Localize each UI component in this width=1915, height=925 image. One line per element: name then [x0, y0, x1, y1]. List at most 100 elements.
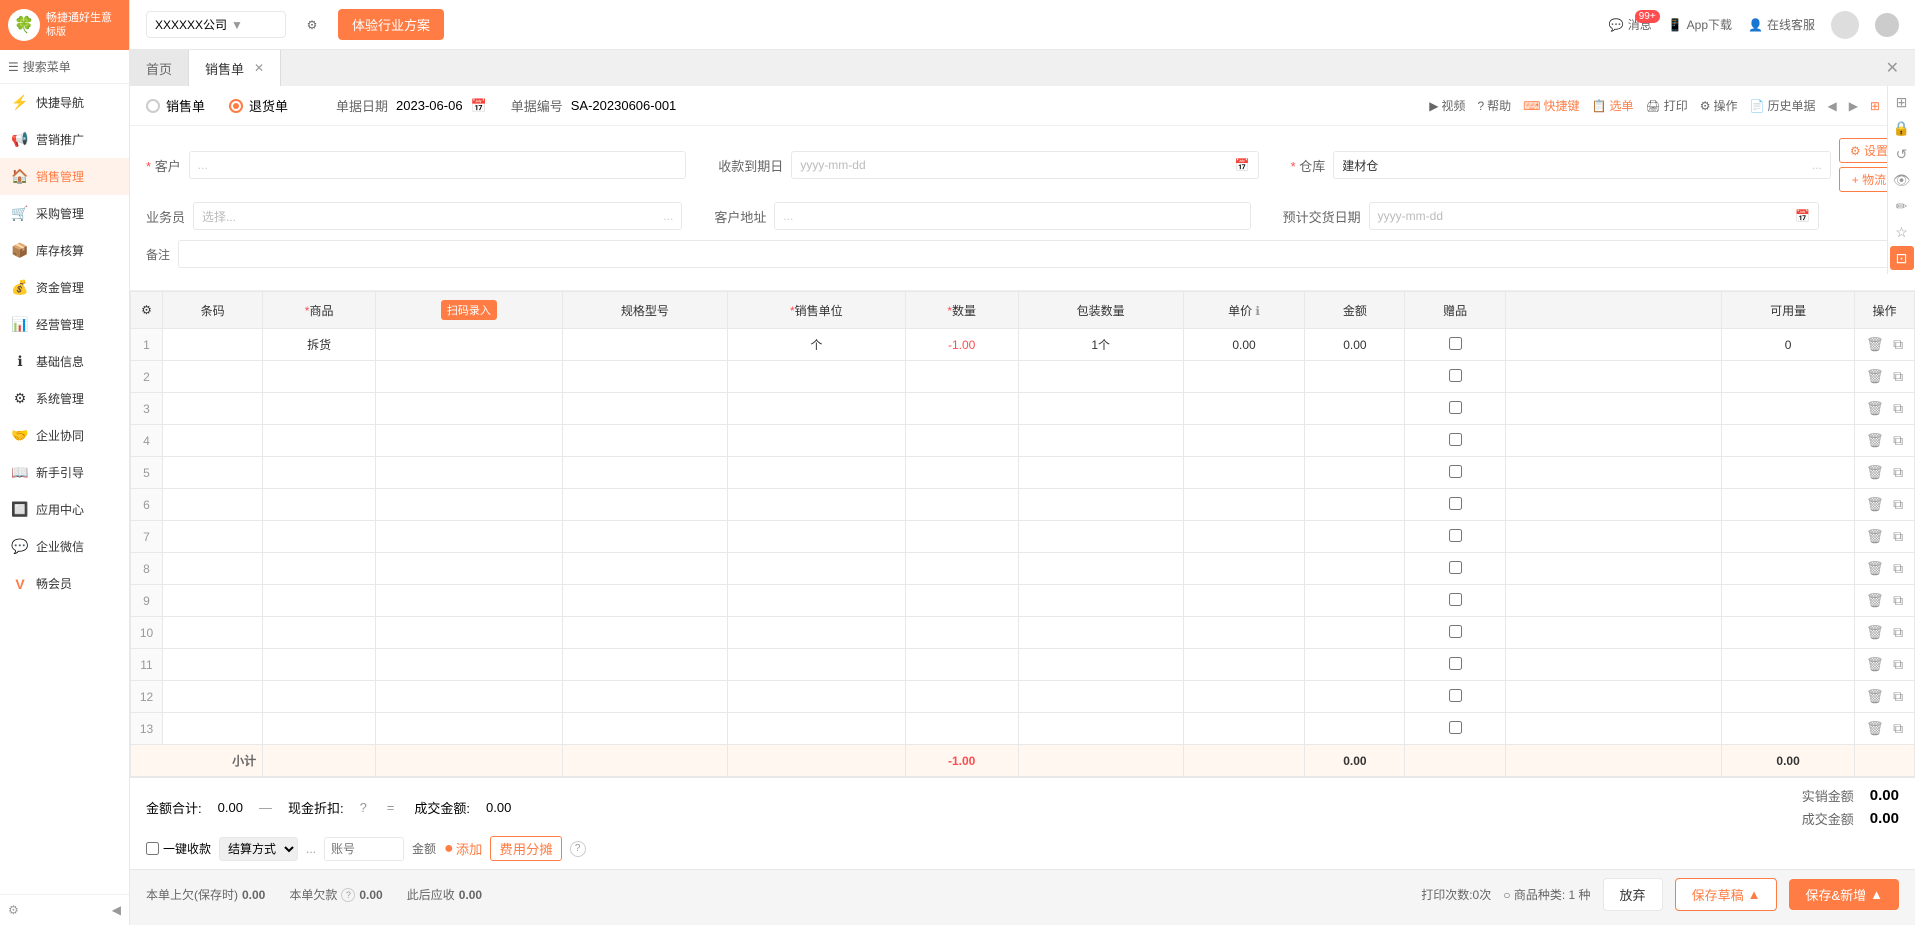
cell-unit[interactable]	[727, 425, 905, 457]
cell-price[interactable]	[1183, 585, 1305, 617]
cell-spec[interactable]	[376, 425, 563, 457]
cell-pkg[interactable]	[1018, 393, 1183, 425]
due-date-calendar-icon[interactable]: 📅	[1235, 158, 1250, 172]
cell-spec[interactable]	[376, 681, 563, 713]
cell-barcode[interactable]	[163, 457, 263, 489]
gift-checkbox[interactable]	[1449, 625, 1462, 638]
one-click-checkbox[interactable]	[146, 842, 159, 855]
cell-product[interactable]	[263, 553, 376, 585]
customer-addr-input[interactable]: ...	[774, 202, 1250, 230]
cell-amount[interactable]	[1305, 457, 1405, 489]
cell-amount[interactable]	[1305, 425, 1405, 457]
cell-spec2[interactable]	[562, 585, 727, 617]
radio-sales[interactable]: 销售单	[146, 96, 205, 115]
cell-gift[interactable]	[1405, 585, 1505, 617]
copy-icon[interactable]: ⧉	[1893, 400, 1903, 416]
cell-pkg[interactable]	[1018, 361, 1183, 393]
app-download-button[interactable]: 📱 App下载	[1668, 16, 1732, 33]
cell-spec[interactable]	[376, 393, 563, 425]
cell-product[interactable]	[263, 489, 376, 521]
rp-edit-icon[interactable]: ✏	[1890, 194, 1914, 218]
copy-icon[interactable]: ⧉	[1893, 688, 1903, 704]
save-new-button[interactable]: 保存&新增 ▲	[1789, 879, 1899, 910]
expense-help-icon[interactable]: ?	[570, 841, 586, 857]
delivery-date-calendar-icon[interactable]: 📅	[1795, 209, 1810, 223]
cell-qty[interactable]	[905, 393, 1018, 425]
warehouse-input[interactable]: 建材仓 ...	[1333, 151, 1831, 179]
cell-spec[interactable]	[376, 617, 563, 649]
cell-spec[interactable]	[376, 649, 563, 681]
action-select[interactable]: 📋 选单	[1591, 97, 1633, 114]
grid-view-icon[interactable]: ⊞	[1870, 99, 1880, 113]
avatar2[interactable]	[1875, 13, 1899, 37]
tab-sales-order[interactable]: 销售单 ✕	[189, 50, 281, 86]
tab-close-main[interactable]: ✕	[1886, 58, 1915, 78]
delete-icon[interactable]: 🗑	[1866, 656, 1884, 672]
cell-product[interactable]	[263, 649, 376, 681]
copy-icon[interactable]: ⧉	[1893, 720, 1903, 736]
radio-return[interactable]: 退货单	[229, 96, 288, 115]
cell-pkg[interactable]	[1018, 585, 1183, 617]
cell-price[interactable]	[1183, 457, 1305, 489]
cell-barcode[interactable]	[163, 713, 263, 745]
payment-method-select[interactable]: 结算方式	[219, 837, 298, 861]
sidebar-item-operations[interactable]: 📊 经营管理	[0, 306, 129, 343]
gift-checkbox[interactable]	[1449, 497, 1462, 510]
sidebar-item-quicknav[interactable]: ⚡ 快捷导航	[0, 84, 129, 121]
sidebar-item-system[interactable]: ⚙ 系统管理	[0, 380, 129, 417]
delete-icon[interactable]: 🗑	[1866, 560, 1884, 576]
cell-product[interactable]	[263, 617, 376, 649]
sidebar-item-basics[interactable]: ℹ 基础信息	[0, 343, 129, 380]
cell-gift[interactable]	[1405, 393, 1505, 425]
delete-icon[interactable]: 🗑	[1866, 496, 1884, 512]
cell-qty[interactable]	[905, 617, 1018, 649]
cell-amount[interactable]	[1305, 393, 1405, 425]
cell-barcode[interactable]	[163, 553, 263, 585]
message-button[interactable]: 💬 消息 99+	[1609, 16, 1652, 33]
due-date-input[interactable]: yyyy-mm-dd 📅	[791, 151, 1258, 179]
cell-spec2[interactable]	[562, 457, 727, 489]
gift-checkbox[interactable]	[1449, 337, 1462, 350]
cell-product[interactable]: 拆货	[263, 329, 376, 361]
next-icon[interactable]: ▶	[1849, 99, 1858, 113]
cell-pkg[interactable]	[1018, 457, 1183, 489]
action-video[interactable]: ▶ 视频	[1429, 97, 1465, 114]
cell-price[interactable]	[1183, 361, 1305, 393]
rp-grid-icon[interactable]: ⊞	[1890, 90, 1914, 114]
cell-unit[interactable]	[727, 585, 905, 617]
cell-product[interactable]	[263, 585, 376, 617]
cell-price[interactable]	[1183, 713, 1305, 745]
cell-barcode[interactable]	[163, 521, 263, 553]
cell-barcode[interactable]	[163, 681, 263, 713]
delete-icon[interactable]: 🗑	[1866, 464, 1884, 480]
cell-barcode[interactable]	[163, 649, 263, 681]
cell-spec[interactable]	[376, 713, 563, 745]
cell-pkg[interactable]	[1018, 489, 1183, 521]
copy-icon[interactable]: ⧉	[1893, 368, 1903, 384]
rp-lock-icon[interactable]: 🔒	[1890, 116, 1914, 140]
cell-amount[interactable]	[1305, 649, 1405, 681]
cell-price[interactable]	[1183, 553, 1305, 585]
delete-icon[interactable]: 🗑	[1866, 368, 1884, 384]
cell-spec[interactable]	[376, 489, 563, 521]
sidebar-item-purchase[interactable]: 🛒 采购管理	[0, 195, 129, 232]
delete-icon[interactable]: 🗑	[1866, 432, 1884, 448]
cell-unit[interactable]	[727, 713, 905, 745]
col-header-gear[interactable]: ⚙	[131, 292, 163, 329]
sidebar-item-appcenter[interactable]: 🔲 应用中心	[0, 491, 129, 528]
sidebar-item-wechat[interactable]: 💬 企业微信	[0, 528, 129, 565]
sidebar-item-marketing[interactable]: 📢 营销推广	[0, 121, 129, 158]
rp-eye-icon[interactable]: 👁	[1890, 168, 1914, 192]
remarks-input[interactable]	[178, 240, 1899, 268]
sidebar-item-sales[interactable]: 🏠 销售管理	[0, 158, 129, 195]
gift-checkbox[interactable]	[1449, 369, 1462, 382]
gift-checkbox[interactable]	[1449, 465, 1462, 478]
gift-checkbox[interactable]	[1449, 561, 1462, 574]
cell-unit[interactable]: 个	[727, 329, 905, 361]
delete-icon[interactable]: 🗑	[1866, 624, 1884, 640]
cell-product[interactable]	[263, 457, 376, 489]
cell-gift[interactable]	[1405, 681, 1505, 713]
cell-price[interactable]	[1183, 425, 1305, 457]
gift-checkbox[interactable]	[1449, 401, 1462, 414]
cell-spec2[interactable]	[562, 553, 727, 585]
